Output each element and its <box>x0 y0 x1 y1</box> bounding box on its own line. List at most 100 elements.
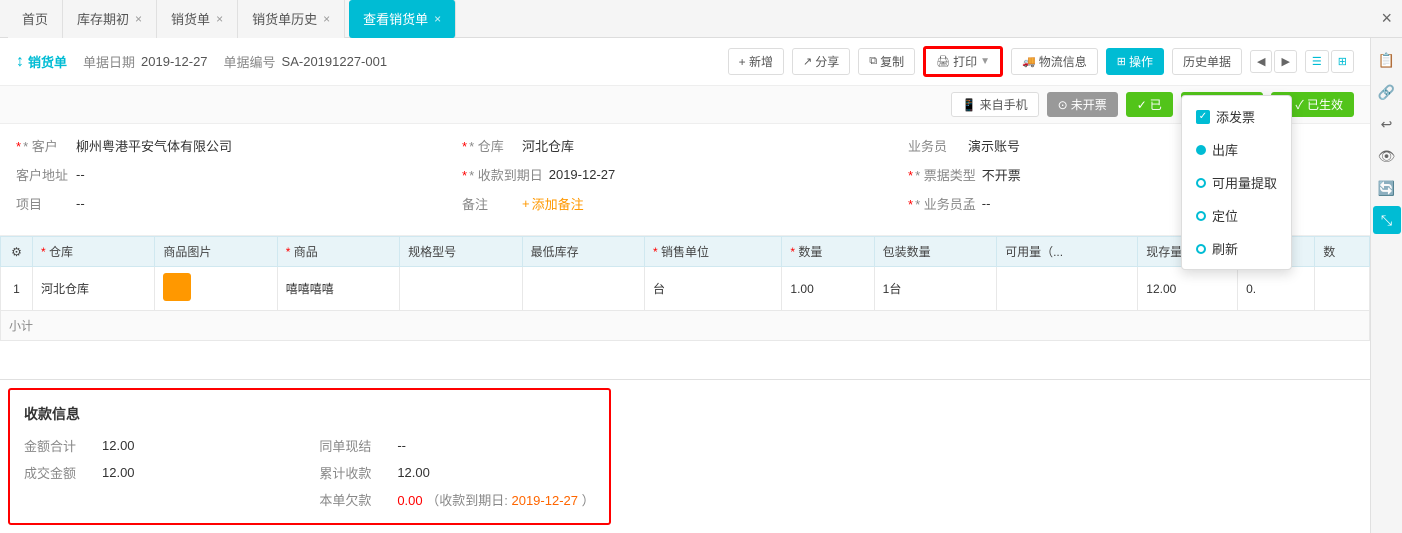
outbound-radio <box>1196 145 1206 155</box>
col-amount: 数 <box>1315 237 1370 267</box>
col-quantity: * 数量 <box>782 237 874 267</box>
doc-header: ↕ 销货单 单据日期 2019-12-27 单据编号 SA-20191227-0… <box>0 38 1370 86</box>
row-image <box>155 267 277 311</box>
dropdown-locate[interactable]: 定位 <box>1182 199 1291 232</box>
doc-date-field: 单据日期 2019-12-27 <box>83 52 208 71</box>
product-image <box>163 273 191 301</box>
row-unit-price: 0. <box>1238 267 1315 311</box>
form-row-3: 项目 -- 备注 + 添加备注 ** 业务员孟 -- <box>16 194 1354 213</box>
sidebar-expand-icon[interactable]: ⤡ <box>1373 206 1401 234</box>
check-icon: ✓ <box>1137 98 1147 112</box>
list-view-button[interactable]: ☰ <box>1305 50 1329 73</box>
table-row: 1 河北仓库 嘻嘻嘻嘻 台 1.00 1台 12.00 0. <box>1 267 1370 311</box>
form-row-1: ** 客户 柳州粤港平安气体有限公司 ** 仓库 河北仓库 业务员 演示账号 <box>16 136 1354 155</box>
print-button[interactable]: 🖨 打印 ▼ <box>923 46 1003 77</box>
logistics-button[interactable]: 🚚 物流信息 <box>1011 48 1098 75</box>
close-tab-sales-order[interactable]: × <box>216 12 223 26</box>
doc-type-badge: ↕ 销货单 <box>16 52 67 71</box>
payment-info-title: 收款信息 <box>24 404 595 424</box>
row-package-qty: 1台 <box>874 267 996 311</box>
doc-meta: 单据日期 2019-12-27 单据编号 SA-20191227-001 <box>83 52 728 71</box>
locate-radio <box>1196 211 1206 221</box>
customer-field: ** 客户 柳州粤港平安气体有限公司 <box>16 136 462 155</box>
row-warehouse: 河北仓库 <box>33 267 155 311</box>
not-open-ticket-button[interactable]: ⊙ 未开票 <box>1047 92 1118 117</box>
col-min-stock: 最低库存 <box>522 237 644 267</box>
available-qty-radio <box>1196 178 1206 188</box>
sidebar-refresh-icon[interactable]: 🔄 <box>1373 174 1401 202</box>
refresh-radio <box>1196 244 1206 254</box>
row-min-stock <box>522 267 644 311</box>
payment-info: 收款信息 金额合计 12.00 同单现结 -- 成交金额 12.00 <box>8 388 611 525</box>
sidebar-return-icon[interactable]: ↩ <box>1373 110 1401 138</box>
payment-grid: 金额合计 12.00 同单现结 -- 成交金额 12.00 累计收款 12.00 <box>24 436 595 509</box>
add-note-button[interactable]: + 添加备注 <box>522 194 584 213</box>
row-available <box>997 267 1138 311</box>
dropdown-available-qty[interactable]: 可用量提取 <box>1182 166 1291 199</box>
col-spec: 规格型号 <box>400 237 522 267</box>
dropdown-outbound[interactable]: 出库 <box>1182 133 1291 166</box>
subtotal-row: 小计 <box>1 311 1370 341</box>
history-button[interactable]: 历史单据 <box>1172 48 1242 75</box>
tab-bar: 首页 库存期初 × 销货单 × 销货单历史 × 查看销货单 × × <box>0 0 1402 38</box>
tab-sales-order[interactable]: 销货单 × <box>157 0 238 38</box>
due-date-hint: （收款到期日: <box>426 493 511 508</box>
dropdown-refresh[interactable]: 刷新 <box>1182 232 1291 265</box>
note-field: 备注 + 添加备注 <box>462 194 908 213</box>
share-icon: ↗ <box>803 55 812 68</box>
this-order-row: 本单欠款 0.00 （收款到期日: 2019-12-27 ） <box>319 490 594 509</box>
bottom-section: 收款信息 金额合计 12.00 同单现结 -- 成交金额 12.00 <box>0 379 1370 533</box>
row-unit: 台 <box>644 267 781 311</box>
row-index: 1 <box>1 267 33 311</box>
transaction-row: 成交金额 12.00 <box>24 463 299 482</box>
tab-sales-history[interactable]: 销货单历史 × <box>238 0 345 38</box>
view-toggle: ☰ ⊞ <box>1305 50 1354 73</box>
operate-button[interactable]: ⊞ 操作 <box>1106 48 1164 75</box>
ticket-status-icon: ⊙ <box>1058 98 1068 112</box>
refresh-label: 刷新 <box>1212 239 1238 258</box>
row-amount <box>1315 267 1370 311</box>
col-warehouse: * 仓库 <box>33 237 155 267</box>
col-settings[interactable]: ⚙ <box>1 237 33 267</box>
accumulated-row: 累计收款 12.00 <box>319 463 594 482</box>
col-package-qty: 包装数量 <box>874 237 996 267</box>
doc-actions: + 新增 ↗ 分享 ⧉ 复制 🖨 打印 ▼ 🚚 物流信息 <box>728 46 1354 77</box>
print-icon: 🖨 <box>936 55 950 68</box>
close-tab-sales-history[interactable]: × <box>323 12 330 26</box>
right-sidebar: 📋 🔗 ↩ 👁 🔄 ⤡ <box>1370 38 1402 533</box>
operate-icon: ⊞ <box>1117 55 1126 68</box>
share-button[interactable]: ↗ 分享 <box>792 48 850 75</box>
tab-home[interactable]: 首页 <box>8 0 63 38</box>
from-phone-button[interactable]: 📱 来自手机 <box>951 92 1039 117</box>
print-dropdown-arrow[interactable]: ▼ <box>980 56 990 67</box>
add-invoice-label: 添发票 <box>1216 107 1255 126</box>
row-current-stock: 12.00 <box>1138 267 1238 311</box>
sidebar-view-icon[interactable]: 👁 <box>1373 142 1401 170</box>
outbound-label: 出库 <box>1212 140 1238 159</box>
next-button[interactable]: ▶ <box>1274 50 1296 73</box>
grid-view-button[interactable]: ⊞ <box>1331 50 1354 73</box>
sidebar-doc-icon[interactable]: 📋 <box>1373 46 1401 74</box>
dropdown-add-invoice[interactable]: ✓ 添发票 <box>1182 100 1291 133</box>
prev-button[interactable]: ◀ <box>1250 50 1272 73</box>
product-table: ⚙ * 仓库 商品图片 * 商品 规格型号 最低库存 * 销售单位 * 数量 包… <box>0 236 1370 341</box>
toolbar-row: 📱 来自手机 ⊙ 未开票 ✓ 已 ✓ ✓ 已核销 ✓ ✓ 已生效 <box>0 86 1370 124</box>
address-field: 客户地址 -- <box>16 165 462 184</box>
sidebar-link-icon[interactable]: 🔗 <box>1373 78 1401 106</box>
col-available: 可用量（... <box>997 237 1138 267</box>
this-order-value: 0.00 <box>397 493 422 508</box>
add-invoice-checkbox: ✓ <box>1196 110 1210 124</box>
confirm-button[interactable]: ✓ 已 <box>1126 92 1173 117</box>
copy-icon: ⧉ <box>869 55 877 68</box>
form-row-2: 客户地址 -- ** 收款到期日 2019-12-27 ** 票据类型 不开票 <box>16 165 1354 184</box>
operate-dropdown-menu: ✓ 添发票 出库 可用量提取 定位 刷新 <box>1181 95 1292 270</box>
close-tab-inventory-init[interactable]: × <box>135 12 142 26</box>
close-tab-view-sales[interactable]: × <box>434 12 441 26</box>
plus-icon: + <box>522 196 530 211</box>
tab-inventory-init[interactable]: 库存期初 × <box>63 0 157 38</box>
copy-button[interactable]: ⧉ 复制 <box>858 48 915 75</box>
due-date-value: 2019-12-27 <box>511 493 578 508</box>
close-window-button[interactable]: × <box>1381 8 1392 29</box>
new-button[interactable]: + 新增 <box>728 48 784 75</box>
tab-view-sales-order[interactable]: 查看销货单 × <box>349 0 456 38</box>
